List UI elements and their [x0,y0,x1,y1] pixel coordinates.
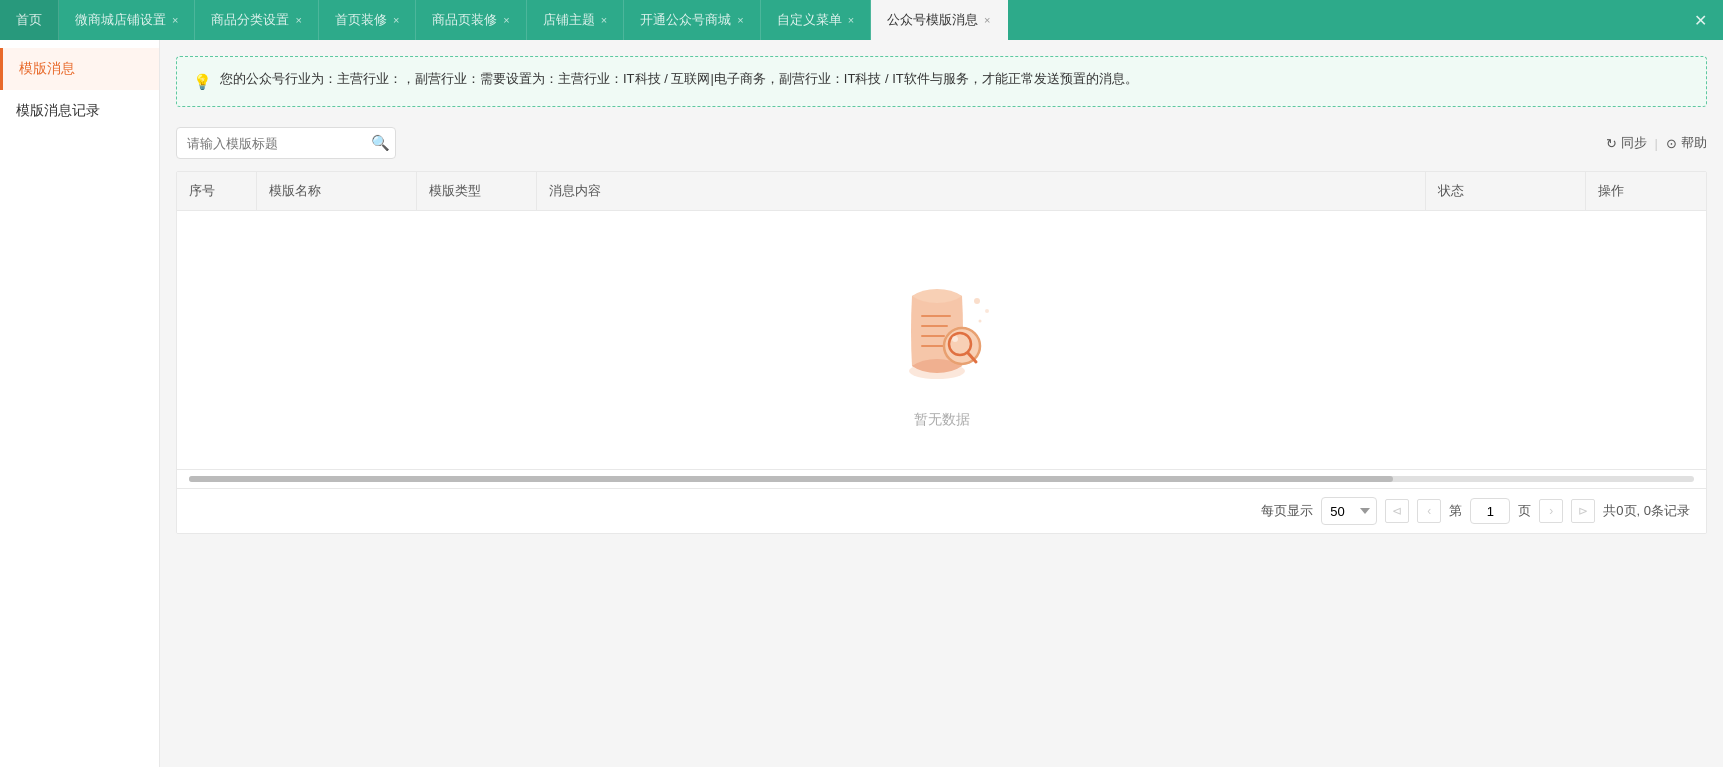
tab-shop-theme[interactable]: 店铺主题 × [527,0,624,40]
svg-point-10 [985,309,989,313]
close-all-tabs[interactable]: ✕ [1678,11,1723,30]
main-layout: 模版消息 模版消息记录 💡 您的公众号行业为：主营行业：，副营行业：需要设置为：… [0,40,1723,767]
first-page-button[interactable]: ⊲ [1385,499,1409,523]
total-info: 共0页, 0条记录 [1603,502,1690,520]
sidebar: 模版消息 模版消息记录 [0,40,160,767]
tab-home-decor[interactable]: 首页装修 × [319,0,416,40]
sync-button[interactable]: ↻ 同步 [1606,134,1647,152]
divider: | [1655,136,1658,151]
th-index: 序号 [177,172,257,210]
search-button[interactable]: 🔍 [364,127,396,159]
page-unit: 页 [1518,502,1531,520]
close-tab-open-mall[interactable]: × [737,14,743,26]
tab-home[interactable]: 首页 [0,0,59,40]
th-name: 模版名称 [257,172,417,210]
close-tab-product-decor[interactable]: × [503,14,509,26]
last-page-button[interactable]: ⊳ [1571,499,1595,523]
help-icon: ⊙ [1666,136,1677,151]
svg-point-11 [978,320,981,323]
close-tab-home-decor[interactable]: × [393,14,399,26]
help-button[interactable]: ⊙ 帮助 [1666,134,1707,152]
empty-illustration [882,271,1002,391]
notice-box: 💡 您的公众号行业为：主营行业：，副营行业：需要设置为：主营行业：IT科技 / … [176,56,1707,107]
sidebar-item-template-msg-record[interactable]: 模版消息记录 [0,90,159,132]
empty-text: 暂无数据 [914,411,970,429]
tab-open-mall[interactable]: 开通公众号商城 × [624,0,760,40]
th-status: 状态 [1426,172,1586,210]
close-tab-custom-menu[interactable]: × [848,14,854,26]
close-tab-shop-theme[interactable]: × [601,14,607,26]
tab-category-settings[interactable]: 商品分类设置 × [195,0,318,40]
next-page-button[interactable]: › [1539,499,1563,523]
notice-icon: 💡 [193,70,212,94]
close-tab-template-msg[interactable]: × [984,14,990,26]
page-size-select[interactable]: 50 10 20 100 [1321,497,1377,525]
table-header: 序号 模版名称 模版类型 消息内容 状态 操作 [177,172,1706,211]
svg-point-8 [952,336,958,342]
empty-svg [882,271,1002,391]
sync-icon: ↻ [1606,136,1617,151]
search-input-wrap: 🔍 [176,127,396,159]
sidebar-item-template-msg[interactable]: 模版消息 [0,48,159,90]
close-tab-shop-settings[interactable]: × [172,14,178,26]
current-page-input[interactable] [1470,498,1510,524]
close-tab-category-settings[interactable]: × [295,14,301,26]
pagination: 每页显示 50 10 20 100 ⊲ ‹ 第 页 › ⊳ 共0页, 0条记录 [177,488,1706,533]
th-content: 消息内容 [537,172,1426,210]
tab-custom-menu[interactable]: 自定义菜单 × [761,0,871,40]
scroll-bar-thumb[interactable] [189,476,1393,482]
tab-product-decor[interactable]: 商品页装修 × [416,0,526,40]
empty-state: 暂无数据 [177,211,1706,469]
th-action: 操作 [1586,172,1706,210]
search-icon: 🔍 [371,134,390,152]
toolbar-right: ↻ 同步 | ⊙ 帮助 [1606,134,1707,152]
table-wrap: 序号 模版名称 模版类型 消息内容 状态 操作 [176,171,1707,534]
notice-text: 您的公众号行业为：主营行业：，副营行业：需要设置为：主营行业：IT科技 / 互联… [220,69,1138,90]
search-bar: 🔍 ↻ 同步 | ⊙ 帮助 [176,127,1707,159]
scroll-bar-track[interactable] [189,476,1694,482]
svg-point-9 [974,298,980,304]
tab-bar: 首页 微商城店铺设置 × 商品分类设置 × 首页装修 × 商品页装修 × 店铺主… [0,0,1723,40]
scroll-bar-wrap [177,469,1706,488]
content-area: 💡 您的公众号行业为：主营行业：，副营行业：需要设置为：主营行业：IT科技 / … [160,40,1723,767]
search-input[interactable] [176,127,396,159]
prev-page-button[interactable]: ‹ [1417,499,1441,523]
page-size-label: 每页显示 [1261,502,1313,520]
page-word: 第 [1449,502,1462,520]
tab-shop-settings[interactable]: 微商城店铺设置 × [59,0,195,40]
th-type: 模版类型 [417,172,537,210]
tab-template-msg[interactable]: 公众号模版消息 × [871,0,1007,40]
